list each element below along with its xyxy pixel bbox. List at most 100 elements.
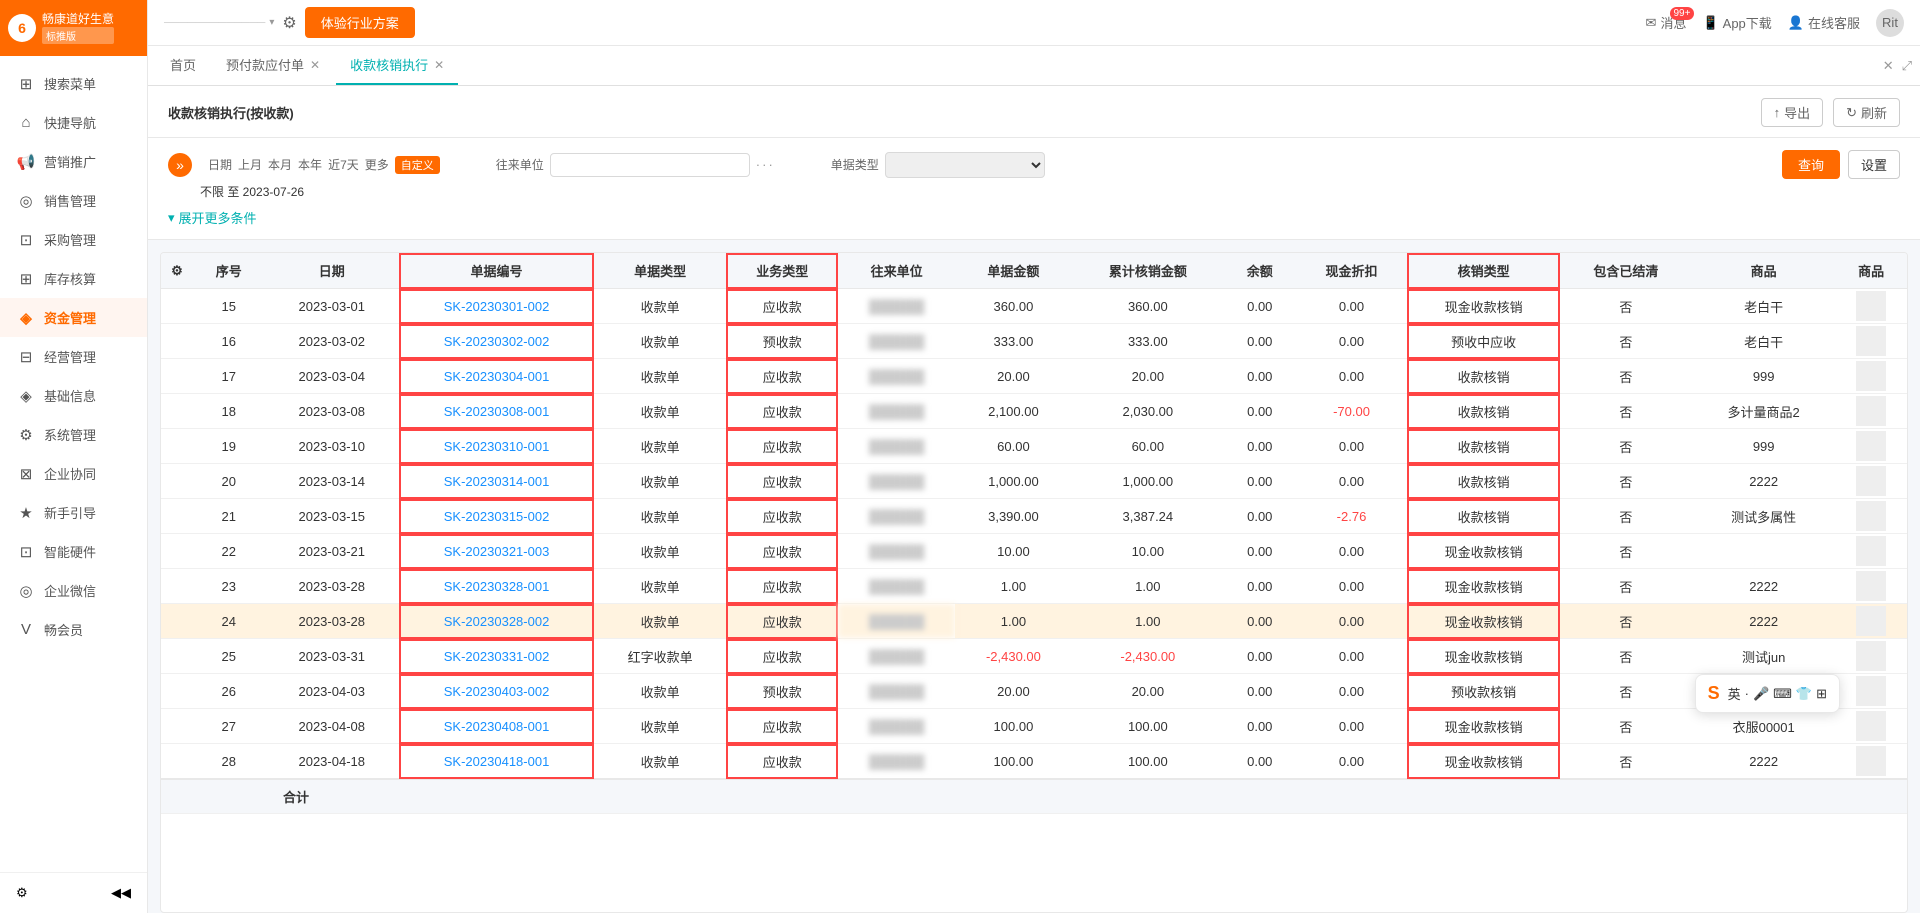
watermark-shirt-icon[interactable]: 👕 <box>1796 686 1812 702</box>
custom-date-link[interactable]: 自定义 <box>395 156 440 174</box>
query-button[interactable]: 查询 <box>1782 150 1840 179</box>
cell-voucher-no[interactable]: SK-20230314-001 <box>399 464 594 499</box>
cell-voucher-no[interactable]: SK-20230321-003 <box>399 534 594 569</box>
sidebar-item-system[interactable]: ⚙ 系统管理 <box>0 415 147 454</box>
voucher-link[interactable]: SK-20230304-001 <box>444 369 550 384</box>
cell-cash-discount: 0.00 <box>1296 534 1408 569</box>
voucher-link[interactable]: SK-20230403-002 <box>444 684 550 699</box>
this-month-link[interactable]: 本月 <box>268 156 292 174</box>
sidebar-item-inventory[interactable]: ⊞ 库存核算 <box>0 259 147 298</box>
sidebar-item-member[interactable]: V 畅会员 <box>0 610 147 649</box>
settings-button[interactable]: 设置 <box>1848 150 1900 179</box>
filter-dots[interactable]: ··· <box>756 157 775 172</box>
cell-voucher-no[interactable]: SK-20230408-001 <box>399 709 594 744</box>
sidebar-item-quicknav[interactable]: ⌂ 快捷导航 <box>0 103 147 142</box>
cell-voucher-no[interactable]: SK-20230302-002 <box>399 324 594 359</box>
topbar-left: ───────────── ▾ ⚙ 体验行业方案 <box>164 7 1630 38</box>
tab-close-all-icon[interactable]: ✕ <box>1883 58 1894 74</box>
cell-gear <box>161 744 193 780</box>
voucher-link[interactable]: SK-20230314-001 <box>444 474 550 489</box>
cell-voucher-no[interactable]: SK-20230301-002 <box>399 289 594 324</box>
sidebar-item-wechat[interactable]: ◎ 企业微信 <box>0 571 147 610</box>
sidebar-item-sales[interactable]: ◎ 销售管理 <box>0 181 147 220</box>
message-button[interactable]: ✉ 消息 99+ <box>1646 13 1687 32</box>
more-link[interactable]: 更多 <box>365 156 389 174</box>
voucher-link[interactable]: SK-20230302-002 <box>444 334 550 349</box>
cell-voucher-no[interactable]: SK-20230328-001 <box>399 569 594 604</box>
watermark-keyboard-icon[interactable]: ⌨ <box>1773 686 1792 702</box>
voucher-link[interactable]: SK-20230301-002 <box>444 299 550 314</box>
operations-icon: ⊟ <box>16 348 36 366</box>
sidebar-item-basic[interactable]: ◈ 基础信息 <box>0 376 147 415</box>
sidebar-item-search[interactable]: ⊞ 搜索菜单 <box>0 64 147 103</box>
voucher-link[interactable]: SK-20230328-002 <box>444 614 550 629</box>
cell-date: 2023-04-03 <box>265 674 399 709</box>
voucher-link[interactable]: SK-20230408-001 <box>444 719 550 734</box>
filter-toggle-button[interactable]: » <box>168 153 192 177</box>
sidebar-item-operations[interactable]: ⊟ 经营管理 <box>0 337 147 376</box>
online-service-button[interactable]: 👤 在线客服 <box>1788 13 1860 32</box>
cell-cancel-type: 现金收款核销 <box>1407 604 1559 639</box>
sidebar-settings-icon[interactable]: ⚙ <box>16 885 28 901</box>
cell-include-settled: 否 <box>1560 499 1692 534</box>
cell-include-settled: 否 <box>1560 744 1692 780</box>
cell-voucher-no[interactable]: SK-20230328-002 <box>399 604 594 639</box>
voucher-link[interactable]: SK-20230328-001 <box>444 579 550 594</box>
topbar-gear-icon[interactable]: ⚙ <box>282 13 296 33</box>
sidebar-item-hardware[interactable]: ⊡ 智能硬件 <box>0 532 147 571</box>
sidebar-collapse-icon[interactable]: ◀◀ <box>111 885 131 901</box>
table-row: 182023-03-08SK-20230308-001收款单应收款██████2… <box>161 394 1907 429</box>
th-gear[interactable]: ⚙ <box>161 253 193 289</box>
voucher-link[interactable]: SK-20230308-001 <box>444 404 550 419</box>
sidebar-item-purchase[interactable]: ⊡ 采购管理 <box>0 220 147 259</box>
watermark-grid-icon[interactable]: ⊞ <box>1816 686 1827 702</box>
app-download-button[interactable]: 📱 App下载 <box>1702 13 1771 32</box>
tab-collection-close-icon[interactable]: ✕ <box>434 58 444 72</box>
voucher-link[interactable]: SK-20230321-003 <box>444 544 550 559</box>
sidebar-item-label: 企业协同 <box>44 464 96 483</box>
watermark-mic-icon[interactable]: 🎤 <box>1753 686 1769 702</box>
sidebar-item-guide[interactable]: ★ 新手引导 <box>0 493 147 532</box>
th-partner: 往来单位 <box>838 253 955 289</box>
cell-biz-type: 应收款 <box>726 464 838 499</box>
export-button[interactable]: ↑ 导出 <box>1761 98 1824 127</box>
sidebar-item-label: 畅会员 <box>44 620 83 639</box>
last-7-days-link[interactable]: 近7天 <box>328 156 359 174</box>
user-avatar[interactable]: Rit <box>1876 9 1904 37</box>
expand-more-button[interactable]: ▾ 展开更多条件 <box>168 208 1900 227</box>
cell-date: 2023-03-10 <box>265 429 399 464</box>
cell-voucher-no[interactable]: SK-20230403-002 <box>399 674 594 709</box>
this-year-link[interactable]: 本年 <box>298 156 322 174</box>
footer-voucher-no <box>399 779 594 814</box>
voucher-link[interactable]: SK-20230315-002 <box>444 509 550 524</box>
tab-collection[interactable]: 收款核销执行 ✕ <box>336 46 458 85</box>
workspace-dropdown[interactable]: ───────────── ▾ <box>164 17 274 29</box>
voucher-link[interactable]: SK-20230418-001 <box>444 754 550 769</box>
cell-voucher-no[interactable]: SK-20230310-001 <box>399 429 594 464</box>
cell-total-cancel: 100.00 <box>1072 744 1224 780</box>
cell-include-settled: 否 <box>1560 289 1692 324</box>
cell-voucher-no[interactable]: SK-20230418-001 <box>399 744 594 780</box>
partner-input[interactable] <box>550 153 750 177</box>
sidebar-item-enterprise[interactable]: ⊠ 企业协同 <box>0 454 147 493</box>
system-icon: ⚙ <box>16 426 36 444</box>
cell-voucher-type: 收款单 <box>594 499 726 534</box>
cell-voucher-no[interactable]: SK-20230331-002 <box>399 639 594 674</box>
tab-expand-icon[interactable]: ⤢ <box>1902 58 1912 74</box>
last-month-link[interactable]: 上月 <box>238 156 262 174</box>
tab-prepay[interactable]: 预付款应付单 ✕ <box>212 46 334 85</box>
tab-home[interactable]: 首页 <box>156 46 210 85</box>
cell-voucher-no[interactable]: SK-20230315-002 <box>399 499 594 534</box>
sidebar-item-funds[interactable]: ◈ 资金管理 <box>0 298 147 337</box>
industry-solution-button[interactable]: 体验行业方案 <box>305 7 415 38</box>
cell-voucher-no[interactable]: SK-20230308-001 <box>399 394 594 429</box>
sidebar-item-marketing[interactable]: 📢 营销推广 <box>0 142 147 181</box>
voucher-link[interactable]: SK-20230331-002 <box>444 649 550 664</box>
cell-voucher-no[interactable]: SK-20230304-001 <box>399 359 594 394</box>
tab-prepay-close-icon[interactable]: ✕ <box>310 58 320 72</box>
voucher-link[interactable]: SK-20230310-001 <box>444 439 550 454</box>
refresh-button[interactable]: ↻ 刷新 <box>1833 98 1900 127</box>
cell-gear <box>161 324 193 359</box>
cell-balance: 0.00 <box>1224 394 1296 429</box>
voucher-type-select[interactable] <box>885 152 1045 178</box>
